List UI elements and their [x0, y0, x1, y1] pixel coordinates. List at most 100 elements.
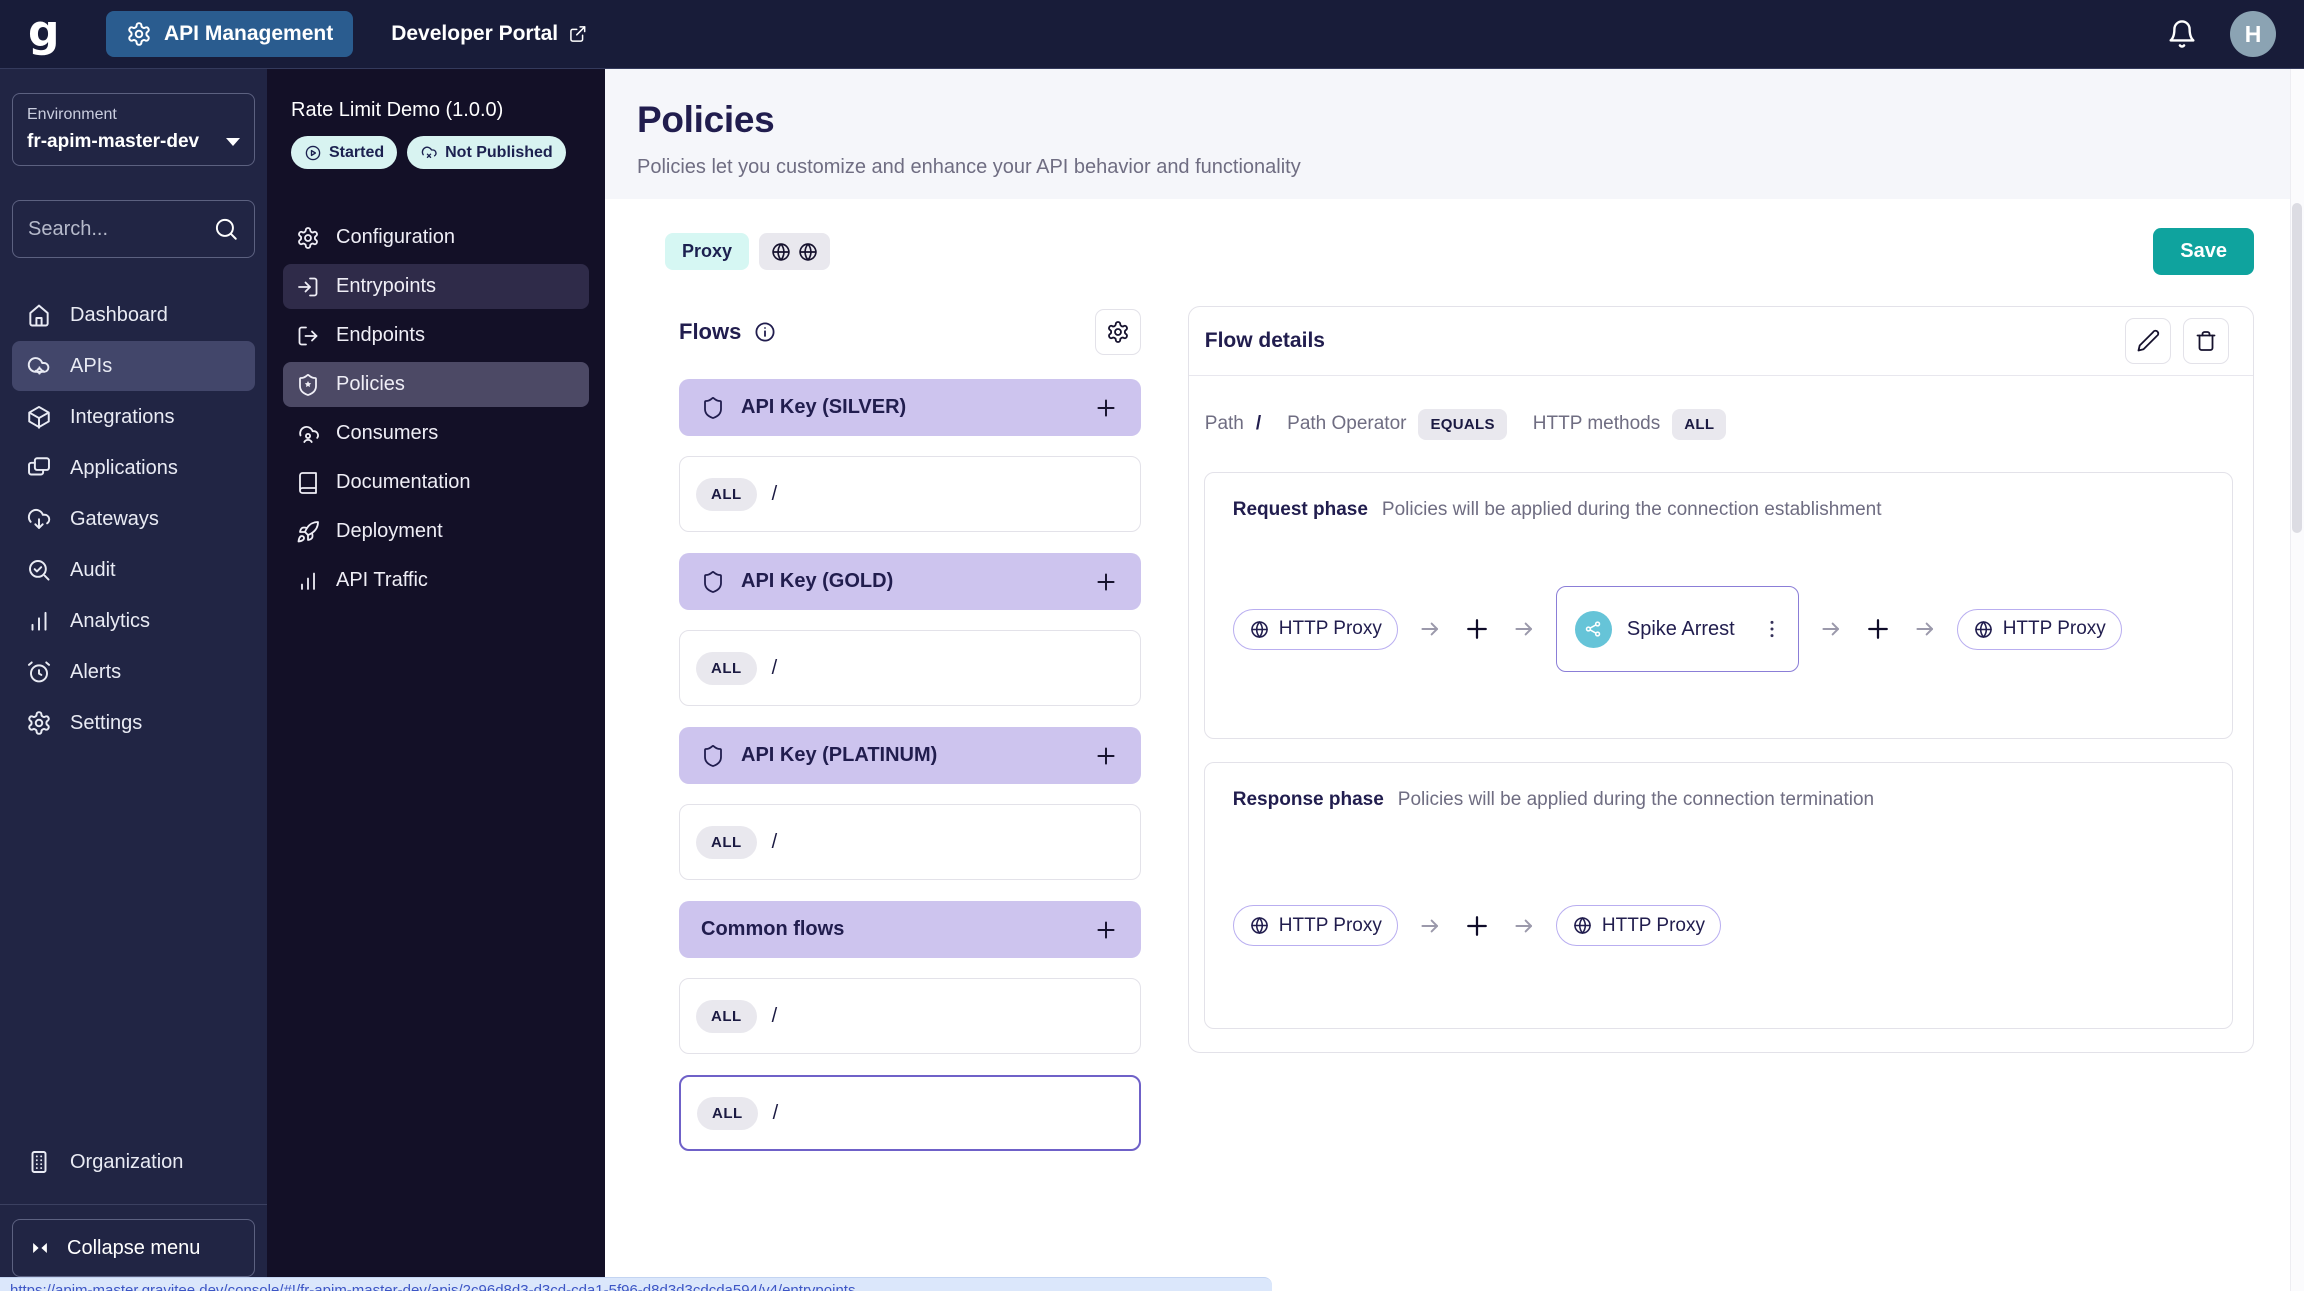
- arrow-right-icon: [1417, 913, 1443, 939]
- flows-settings-button[interactable]: [1094, 309, 1141, 355]
- cloud-cog-icon: [26, 353, 52, 379]
- shield-icon: [701, 570, 725, 594]
- notifications-bell-icon[interactable]: [2166, 18, 2198, 50]
- http-methods-label: HTTP methods: [1532, 413, 1661, 434]
- sidebar-item-audit[interactable]: Audit: [12, 545, 255, 595]
- policy-icon: [1574, 610, 1612, 648]
- api-menu-item-policies[interactable]: Policies: [283, 362, 589, 407]
- chevron-down-icon: [226, 138, 240, 146]
- flow-item[interactable]: ALL /: [679, 456, 1141, 532]
- info-icon[interactable]: [753, 320, 777, 344]
- flow-group-header-api-key-silver[interactable]: API Key (SILVER): [679, 379, 1141, 436]
- flow-groups-list: API Key (SILVER) ALL / API Key (GOLD) ALL / AP…: [679, 379, 1141, 1151]
- flow-details-panel: Flow details Path / Path Operator EQUALS…: [1187, 306, 2254, 1053]
- api-menu-item-consumers[interactable]: Consumers: [283, 411, 589, 456]
- app-root: g API Management Developer Portal H Envi…: [0, 0, 2304, 1291]
- page-subtitle: Policies let you customize and enhance y…: [637, 156, 1301, 178]
- globe-icon: [1249, 915, 1270, 936]
- flow-item[interactable]: ALL /: [679, 804, 1141, 880]
- add-flow-button[interactable]: [1093, 569, 1119, 595]
- sidebar-item-alerts[interactable]: Alerts: [12, 647, 255, 697]
- main-content: Policies Policies let you customize and …: [605, 69, 2304, 1291]
- collapse-menu-label: Collapse menu: [67, 1236, 201, 1259]
- api-submenu: Rate Limit Demo (1.0.0) Started Not Publi…: [267, 69, 605, 1291]
- add-flow-button[interactable]: [1093, 395, 1119, 421]
- connector-http-proxy[interactable]: HTTP Proxy: [1232, 905, 1398, 946]
- user-avatar[interactable]: H: [2230, 11, 2276, 57]
- share-icon: [1583, 619, 1603, 639]
- gravitee-logo[interactable]: g: [28, 10, 74, 54]
- add-policy-button[interactable]: [1462, 911, 1492, 941]
- add-policy-button[interactable]: [1863, 614, 1893, 644]
- sidebar-item-applications[interactable]: Applications: [12, 443, 255, 493]
- flow-path: /: [772, 1101, 779, 1124]
- connector-label: HTTP Proxy: [1601, 914, 1705, 936]
- delete-flow-button[interactable]: [2183, 318, 2229, 364]
- flow-group-header-common-flows[interactable]: Common flows: [679, 901, 1141, 958]
- sidebar-item-dashboard[interactable]: Dashboard: [12, 290, 255, 340]
- api-menu-item-api-traffic[interactable]: API Traffic: [283, 558, 589, 603]
- trash-icon: [2194, 329, 2218, 353]
- building-icon: [26, 1149, 52, 1175]
- scrollbar-track[interactable]: [2290, 69, 2304, 1291]
- flow-item[interactable]: ALL /: [679, 978, 1141, 1054]
- add-flow-button[interactable]: [1093, 743, 1119, 769]
- globe-icon: [770, 241, 792, 263]
- status-badge-label: Started: [329, 143, 385, 161]
- developer-portal-link[interactable]: Developer Portal: [391, 22, 588, 46]
- plus-icon: [1462, 614, 1492, 644]
- sidebar-item-apis[interactable]: APIs: [12, 341, 255, 391]
- response-phase-chain: HTTP Proxy HTTP Proxy: [1232, 905, 2204, 946]
- panels-row: Flows API Key (SILVER) ALL / API Key (GOLD)…: [665, 306, 2254, 1172]
- flow-details-header: Flow details: [1188, 307, 2253, 376]
- scrollbar-thumb[interactable]: [2292, 203, 2302, 533]
- connector-label: HTTP Proxy: [2002, 618, 2106, 639]
- flows-header: Flows: [679, 306, 1141, 358]
- save-button[interactable]: Save: [2153, 228, 2254, 275]
- connector-http-proxy[interactable]: HTTP Proxy: [1956, 608, 2122, 650]
- add-flow-button[interactable]: [1093, 917, 1119, 943]
- entrypoint-endpoint-indicator: [759, 233, 831, 270]
- connector-http-proxy[interactable]: HTTP Proxy: [1232, 608, 1398, 650]
- flow-group-header-api-key-platinum[interactable]: API Key (PLATINUM): [679, 727, 1141, 784]
- sidebar-item-integrations[interactable]: Integrations: [12, 392, 255, 442]
- api-menu-item-configuration[interactable]: Configuration: [283, 215, 589, 260]
- cloud-user-icon: [296, 422, 320, 446]
- tab-row: Proxy Save: [665, 228, 2254, 275]
- environment-select[interactable]: Environment fr-apim-master-dev: [12, 93, 255, 166]
- flows-panel: Flows API Key (SILVER) ALL / API Key (GOLD)…: [679, 306, 1141, 1172]
- api-management-button[interactable]: API Management: [106, 11, 354, 57]
- edit-flow-button[interactable]: [2125, 318, 2171, 364]
- flow-item[interactable]: ALL /: [679, 630, 1141, 706]
- api-menu-item-label: Documentation: [336, 471, 471, 493]
- flow-group-header-api-key-gold[interactable]: API Key (GOLD): [679, 553, 1141, 610]
- api-menu-item-deployment[interactable]: Deployment: [283, 509, 589, 554]
- sidebar-item-label: Settings: [70, 711, 143, 734]
- api-menu-item-label: API Traffic: [336, 569, 428, 591]
- api-menu-item-documentation[interactable]: Documentation: [283, 460, 589, 505]
- status-badge-not-published: Not Published: [407, 136, 566, 169]
- sidebar-item-analytics[interactable]: Analytics: [12, 596, 255, 646]
- arrow-right-icon: [1511, 616, 1537, 642]
- sidebar-nav: Dashboard APIs Integrations Applications Gat…: [12, 290, 255, 749]
- globe-icon: [1973, 619, 1994, 640]
- path-operator-chip: EQUALS: [1418, 408, 1507, 440]
- sidebar-item-settings[interactable]: Settings: [12, 698, 255, 748]
- policy-card-spike-arrest[interactable]: Spike Arrest: [1555, 586, 1799, 672]
- policy-menu-button[interactable]: [1760, 617, 1784, 641]
- tab-proxy[interactable]: Proxy: [665, 233, 750, 270]
- sidebar-item-gateways[interactable]: Gateways: [12, 494, 255, 544]
- search-input[interactable]: Search...: [12, 200, 255, 258]
- add-policy-button[interactable]: [1462, 614, 1492, 644]
- globe-icon: [797, 241, 819, 263]
- collapse-menu-button[interactable]: Collapse menu: [12, 1219, 255, 1277]
- flow-item-selected[interactable]: ALL /: [679, 1075, 1141, 1151]
- sidebar-item-organization[interactable]: Organization: [12, 1137, 255, 1187]
- shield-icon: [701, 744, 725, 768]
- api-menu-item-entrypoints[interactable]: Entrypoints: [283, 264, 589, 309]
- external-link-icon: [568, 24, 588, 44]
- connector-http-proxy[interactable]: HTTP Proxy: [1555, 905, 1721, 946]
- api-menu-item-endpoints[interactable]: Endpoints: [283, 313, 589, 358]
- connector-label: HTTP Proxy: [1278, 914, 1382, 936]
- arrow-right-icon: [1511, 913, 1537, 939]
